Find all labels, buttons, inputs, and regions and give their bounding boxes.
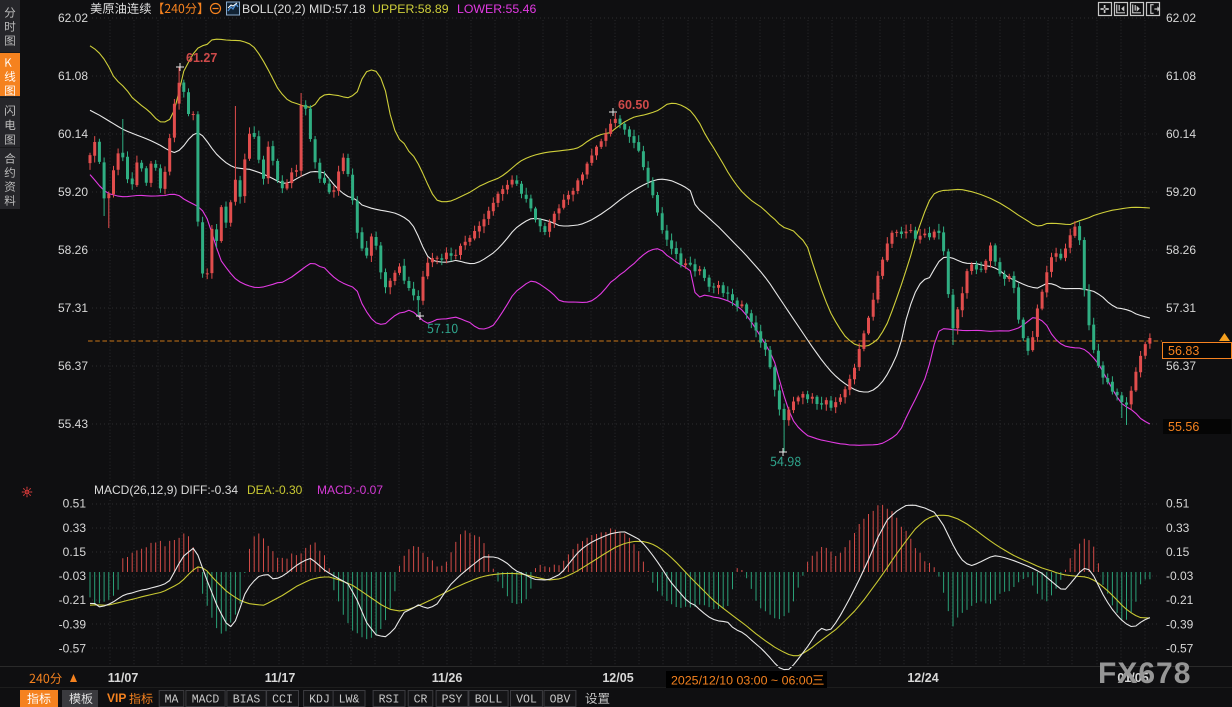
svg-text:-0.39: -0.39 bbox=[59, 617, 87, 631]
svg-text:0.51: 0.51 bbox=[1166, 497, 1190, 511]
svg-text:55.43: 55.43 bbox=[58, 417, 88, 431]
svg-text:CR: CR bbox=[414, 694, 428, 707]
svg-text:59.20: 59.20 bbox=[1166, 185, 1196, 199]
svg-text:CCI: CCI bbox=[272, 694, 293, 707]
svg-text:-0.21: -0.21 bbox=[59, 593, 87, 607]
svg-text:61.27: 61.27 bbox=[186, 51, 217, 65]
svg-text:0.15: 0.15 bbox=[63, 545, 87, 559]
svg-text:-0.03: -0.03 bbox=[1166, 569, 1194, 583]
svg-text:-0.57: -0.57 bbox=[1166, 641, 1194, 655]
svg-text:LW&: LW& bbox=[339, 694, 360, 707]
svg-text:59.20: 59.20 bbox=[58, 185, 88, 199]
svg-text:61.08: 61.08 bbox=[1166, 69, 1196, 83]
svg-text:BOLL(20,2) MID:57.18: BOLL(20,2) MID:57.18 bbox=[242, 2, 366, 16]
svg-text:0.33: 0.33 bbox=[1166, 521, 1190, 535]
svg-text:MACD: MACD bbox=[192, 694, 220, 707]
svg-text:56.83: 56.83 bbox=[1168, 344, 1199, 358]
svg-text:MACD:-0.07: MACD:-0.07 bbox=[317, 483, 383, 497]
svg-text:-0.57: -0.57 bbox=[59, 641, 87, 655]
svg-text:55.56: 55.56 bbox=[1168, 420, 1199, 434]
svg-text:-0.03: -0.03 bbox=[59, 569, 87, 583]
svg-text:VOL: VOL bbox=[516, 694, 537, 707]
svg-text:FX678: FX678 bbox=[1098, 657, 1191, 690]
svg-text:62.02: 62.02 bbox=[1166, 11, 1196, 25]
svg-text:BIAS: BIAS bbox=[233, 694, 261, 707]
svg-text:LOWER:55.46: LOWER:55.46 bbox=[457, 2, 536, 16]
svg-text:58.26: 58.26 bbox=[1166, 243, 1196, 257]
svg-text:58.26: 58.26 bbox=[58, 243, 88, 257]
svg-text:57.31: 57.31 bbox=[58, 301, 88, 315]
svg-text:60.14: 60.14 bbox=[58, 127, 88, 141]
svg-text:UPPER:58.89: UPPER:58.89 bbox=[372, 2, 449, 16]
svg-text:57.31: 57.31 bbox=[1166, 301, 1196, 315]
svg-text:11/07: 11/07 bbox=[108, 671, 139, 685]
svg-text:11/17: 11/17 bbox=[265, 671, 296, 685]
svg-text:12/05: 12/05 bbox=[602, 671, 633, 685]
svg-text:0.33: 0.33 bbox=[63, 521, 87, 535]
svg-text:RSI: RSI bbox=[379, 694, 400, 707]
svg-text:0.15: 0.15 bbox=[1166, 545, 1190, 559]
svg-text:56.37: 56.37 bbox=[1166, 359, 1196, 373]
svg-text:KDJ: KDJ bbox=[309, 694, 330, 707]
svg-text:56.37: 56.37 bbox=[58, 359, 88, 373]
svg-text:2025/12/10 03:00 ~ 06:00: 2025/12/10 03:00 ~ 06:00 bbox=[671, 674, 813, 688]
svg-text:OBV: OBV bbox=[550, 694, 571, 707]
svg-text:62.02: 62.02 bbox=[58, 11, 88, 25]
svg-text:61.08: 61.08 bbox=[58, 69, 88, 83]
svg-text:MACD(26,12,9) DIFF:-0.34: MACD(26,12,9) DIFF:-0.34 bbox=[94, 483, 238, 497]
svg-text:11/26: 11/26 bbox=[432, 671, 463, 685]
svg-text:12/24: 12/24 bbox=[907, 671, 938, 685]
svg-text:-0.39: -0.39 bbox=[1166, 617, 1194, 631]
svg-text:MA: MA bbox=[165, 694, 179, 707]
svg-text:0.51: 0.51 bbox=[63, 497, 87, 511]
svg-text:PSY: PSY bbox=[442, 694, 463, 707]
svg-text:BOLL: BOLL bbox=[475, 694, 503, 707]
svg-text:60.50: 60.50 bbox=[618, 98, 649, 112]
svg-text:VIP: VIP bbox=[107, 691, 126, 705]
svg-text:60.14: 60.14 bbox=[1166, 127, 1196, 141]
svg-text:-0.21: -0.21 bbox=[1166, 593, 1194, 607]
svg-text:DEA:-0.30: DEA:-0.30 bbox=[247, 483, 303, 497]
